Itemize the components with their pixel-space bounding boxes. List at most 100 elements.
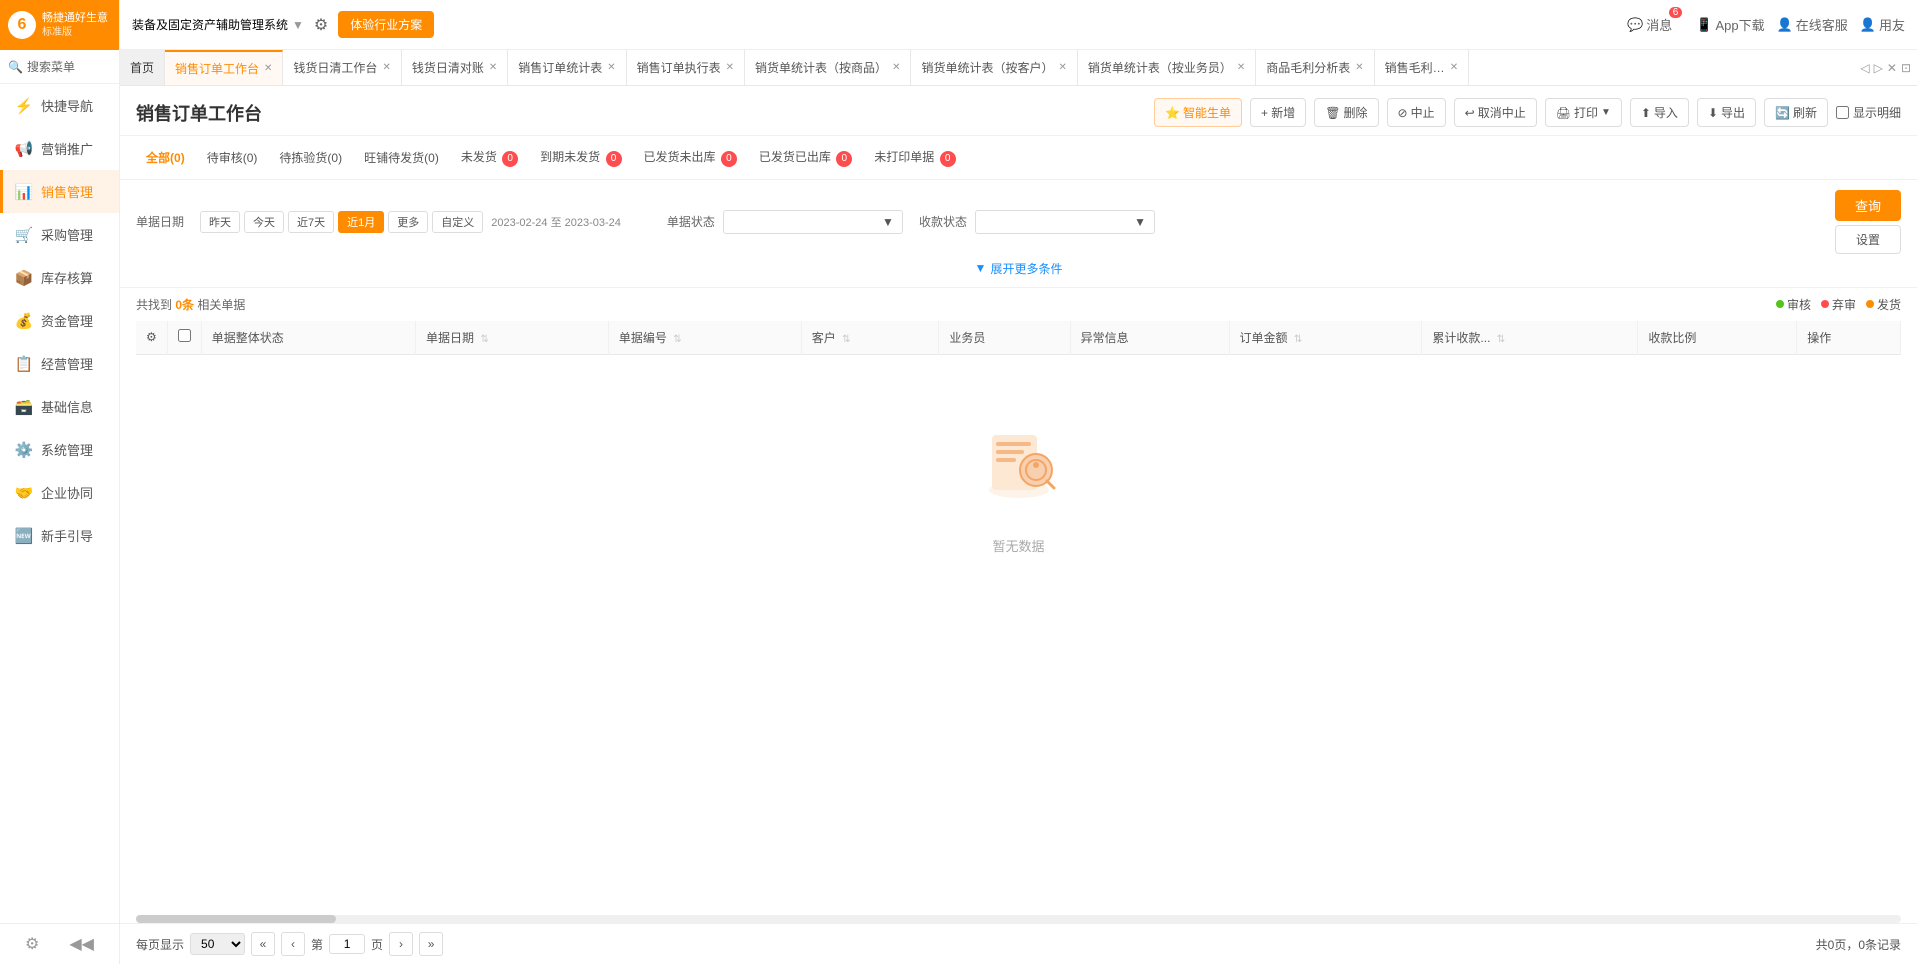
date-btn-today[interactable]: 今天 — [244, 211, 284, 233]
tab-staff-stats[interactable]: 销货单统计表（按业务员） ✕ — [1078, 50, 1256, 86]
show-detail-label[interactable]: 显示明细 — [1836, 104, 1901, 121]
tab-exec[interactable]: 销售订单执行表 ✕ — [627, 50, 745, 86]
page-number-input[interactable] — [329, 934, 365, 954]
col-customer[interactable]: 客户 ⇅ — [801, 321, 939, 355]
col-salesperson[interactable]: 业务员 — [939, 321, 1070, 355]
tab-close-icon[interactable]: ✕ — [607, 62, 615, 73]
col-date[interactable]: 单据日期 ⇅ — [415, 321, 608, 355]
sidebar-collapse-icon[interactable]: ◀◀ — [69, 934, 94, 954]
stop-btn[interactable]: ⊘ 中止 — [1387, 98, 1446, 127]
sidebar-item-finance[interactable]: 💰 资金管理 — [0, 299, 119, 342]
message-btn[interactable]: 💬 6 消息 — [1627, 15, 1672, 34]
tab-close-icon[interactable]: ✕ — [1237, 62, 1245, 73]
date-btn-custom[interactable]: 自定义 — [432, 211, 483, 233]
sub-tab-overdue-ship[interactable]: 到期未发货 0 — [530, 144, 631, 171]
tab-close-icon[interactable]: ✕ — [489, 62, 497, 73]
sidebar-item-enterprise[interactable]: 🤝 企业协同 — [0, 471, 119, 514]
tab-close-icon[interactable]: ✕ — [264, 63, 272, 74]
filter-expand[interactable]: ▼ 展开更多条件 — [136, 260, 1901, 277]
tab-maximize-icon[interactable]: ⊡ — [1901, 61, 1911, 75]
col-amount[interactable]: 订单金额 ⇅ — [1229, 321, 1422, 355]
sidebar-settings-icon[interactable]: ⚙ — [25, 934, 39, 954]
sub-tab-unprinted[interactable]: 未打印单据 0 — [864, 144, 965, 171]
sidebar-item-purchase[interactable]: 🛒 采购管理 — [0, 213, 119, 256]
status-select[interactable]: ▼ — [723, 210, 903, 234]
date-btn-yesterday[interactable]: 昨天 — [200, 211, 240, 233]
tab-reconcile[interactable]: 钱货日清对账 ✕ — [402, 50, 508, 86]
filter-setting-btn[interactable]: 设置 — [1835, 225, 1901, 254]
col-ratio[interactable]: 收款比例 — [1638, 321, 1797, 355]
sub-tab-unshipped[interactable]: 未发货 0 — [451, 144, 528, 171]
col-status[interactable]: 单据整体状态 — [201, 321, 415, 355]
topbar-gear-icon[interactable]: ⚙ — [314, 15, 328, 35]
table-scroll[interactable]: ⚙ 单据整体状态 单据日期 ⇅ — [136, 321, 1901, 916]
action-ship[interactable]: 发货 — [1866, 296, 1901, 313]
tab-close-icon[interactable]: ✕ — [1058, 62, 1066, 73]
sub-tab-shipped-out[interactable]: 已发货已出库 0 — [749, 144, 862, 171]
tab-margin[interactable]: 商品毛利分析表 ✕ — [1256, 50, 1374, 86]
prev-page-btn[interactable]: ‹ — [281, 932, 305, 956]
date-btn-7days[interactable]: 近7天 — [288, 211, 334, 233]
sidebar-item-guide[interactable]: 🆕 新手引导 — [0, 514, 119, 557]
tab-home[interactable]: 首页 — [120, 50, 165, 86]
col-collected[interactable]: 累计收款... ⇅ — [1422, 321, 1638, 355]
tab-scroll-left-icon[interactable]: ◁ — [1860, 61, 1869, 75]
col-abnormal[interactable]: 异常信息 — [1070, 321, 1229, 355]
sidebar-item-inventory[interactable]: 📦 库存核算 — [0, 256, 119, 299]
tab-scroll-right-icon[interactable]: ▷ — [1874, 61, 1883, 75]
sidebar-item-sales[interactable]: 📊 销售管理 — [0, 170, 119, 213]
date-btn-1month[interactable]: 近1月 — [338, 211, 384, 233]
system-title[interactable]: 装备及固定资产辅助管理系统 ▼ — [132, 16, 304, 33]
industry-btn[interactable]: 体验行业方案 — [338, 11, 434, 38]
export-btn[interactable]: ⬇ 导出 — [1697, 98, 1756, 127]
last-page-btn[interactable]: » — [419, 932, 443, 956]
sidebar-item-operations[interactable]: 📋 经营管理 — [0, 342, 119, 385]
show-detail-checkbox[interactable] — [1836, 106, 1849, 119]
scrollbar-thumb[interactable] — [136, 915, 336, 923]
first-page-btn[interactable]: « — [251, 932, 275, 956]
print-btn[interactable]: 🖨 打印 ▼ — [1545, 98, 1622, 127]
new-btn[interactable]: + 新增 — [1250, 98, 1306, 127]
app-download-btn[interactable]: 📱 App下载 — [1696, 15, 1764, 34]
col-number[interactable]: 单据编号 ⇅ — [608, 321, 801, 355]
sidebar-item-marketing[interactable]: 📢 营销推广 — [0, 127, 119, 170]
query-btn[interactable]: 查询 — [1835, 190, 1901, 221]
user-btn[interactable]: 👤 用友 — [1860, 15, 1905, 34]
tab-stats[interactable]: 销售订单统计表 ✕ — [508, 50, 626, 86]
sub-tab-pending-review[interactable]: 待审核(0) — [197, 145, 268, 170]
sidebar-search[interactable]: 🔍 搜索菜单 — [0, 50, 119, 84]
cancel-stop-btn[interactable]: ↩ 取消中止 — [1454, 98, 1537, 127]
sub-tab-pending-check[interactable]: 待拣验货(0) — [269, 145, 352, 170]
payment-select[interactable]: ▼ — [975, 210, 1155, 234]
sidebar-item-quick-nav[interactable]: ⚡ 快捷导航 — [0, 84, 119, 127]
sidebar-item-basic[interactable]: 🗃️ 基础信息 — [0, 385, 119, 428]
sub-tab-wangpu[interactable]: 旺铺待发货(0) — [354, 145, 449, 170]
tab-sales-margin[interactable]: 销售毛利… ✕ — [1375, 50, 1469, 86]
online-service-btn[interactable]: 👤 在线客服 — [1777, 15, 1848, 34]
action-review[interactable]: 审核 — [1776, 296, 1811, 313]
tab-customer-stats[interactable]: 销货单统计表（按客户） ✕ — [911, 50, 1077, 86]
tab-close-icon[interactable]: ✕ — [382, 62, 390, 73]
col-settings[interactable]: ⚙ — [136, 321, 167, 355]
action-cancel-review[interactable]: 弃审 — [1821, 296, 1856, 313]
tab-sales-workbench[interactable]: 销售订单工作台 ✕ — [165, 50, 283, 86]
tab-close-all-icon[interactable]: ✕ — [1887, 61, 1897, 75]
tab-daily-clear[interactable]: 钱货日清工作台 ✕ — [283, 50, 401, 86]
tab-product-stats[interactable]: 销货单统计表（按商品） ✕ — [745, 50, 911, 86]
tab-close-icon[interactable]: ✕ — [1355, 62, 1363, 73]
select-all-checkbox[interactable] — [178, 329, 191, 342]
sidebar-item-system[interactable]: ⚙️ 系统管理 — [0, 428, 119, 471]
page-size-select[interactable]: 50 20 100 200 — [190, 933, 245, 955]
date-btn-more[interactable]: 更多 — [388, 211, 428, 233]
horizontal-scrollbar[interactable] — [136, 915, 1901, 923]
smart-gen-btn[interactable]: ⭐ 智能生单 — [1154, 98, 1242, 127]
delete-btn[interactable]: 🗑 删除 — [1314, 98, 1378, 127]
import-btn[interactable]: ⬆ 导入 — [1630, 98, 1689, 127]
tab-close-icon[interactable]: ✕ — [726, 62, 734, 73]
refresh-btn[interactable]: 🔄 刷新 — [1764, 98, 1828, 127]
sub-tab-shipped-no-out[interactable]: 已发货未出库 0 — [634, 144, 747, 171]
sub-tab-all[interactable]: 全部(0) — [136, 145, 195, 170]
tab-close-icon[interactable]: ✕ — [1450, 62, 1458, 73]
tab-close-icon[interactable]: ✕ — [892, 62, 900, 73]
next-page-btn[interactable]: › — [389, 932, 413, 956]
